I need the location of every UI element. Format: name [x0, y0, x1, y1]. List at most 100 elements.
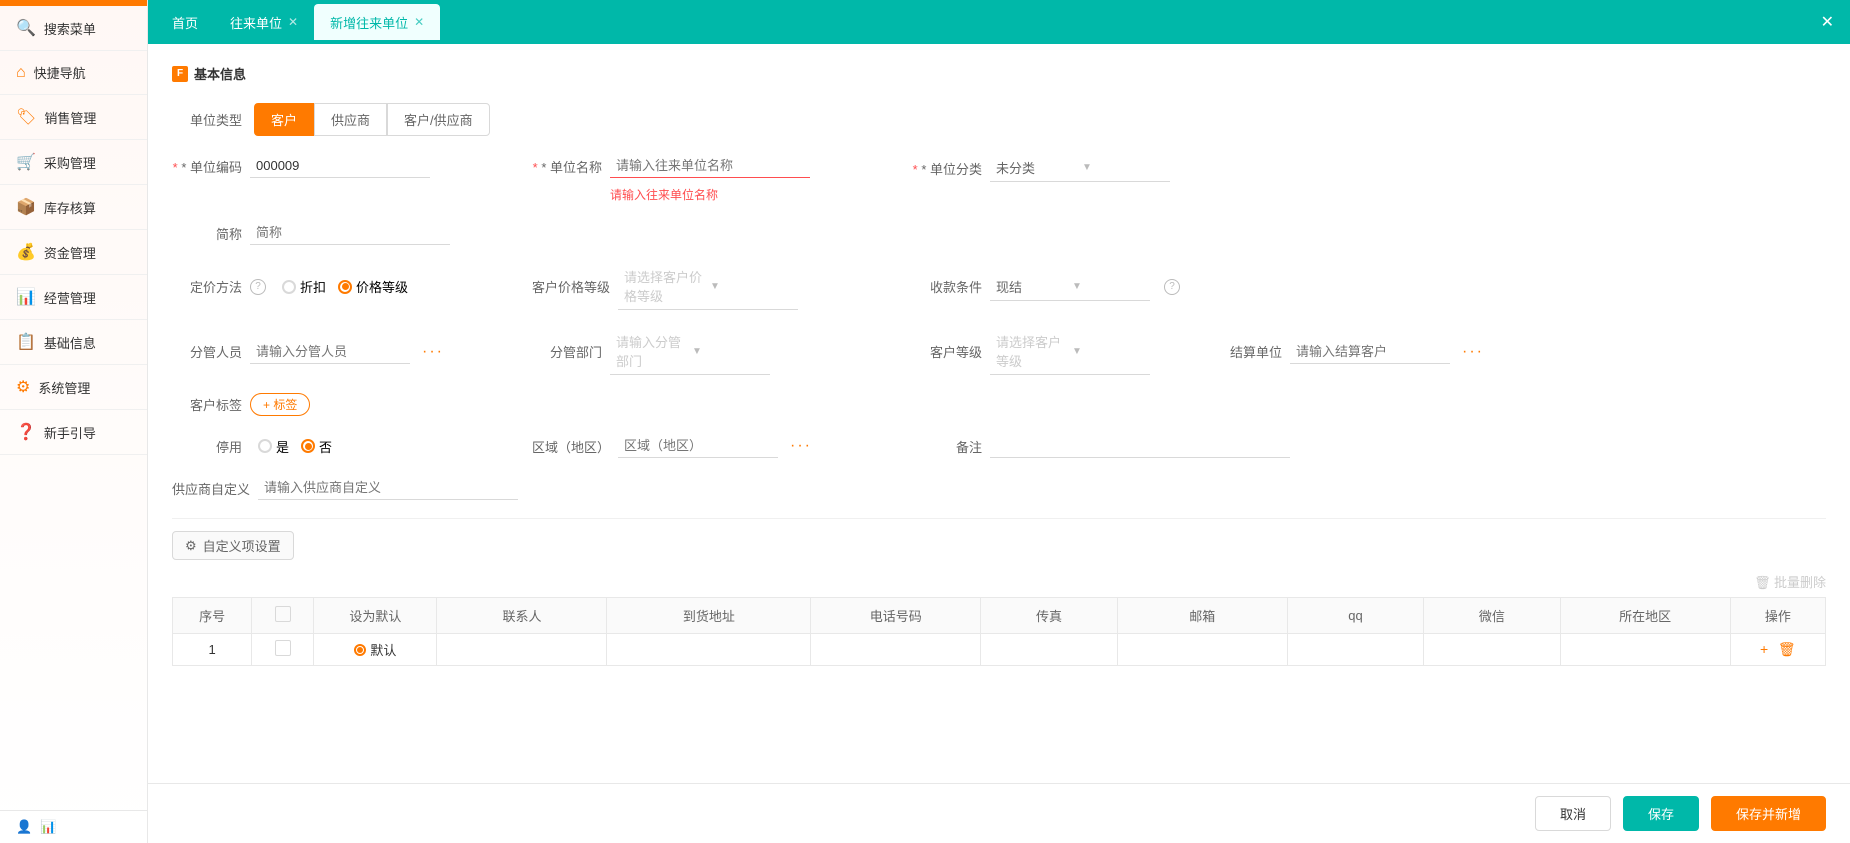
select-all-checkbox[interactable] — [275, 606, 291, 622]
cell-region[interactable] — [1560, 634, 1730, 666]
no-radio-dot — [305, 443, 312, 450]
supplier-custom-input[interactable] — [258, 476, 518, 500]
row-checkbox[interactable] — [275, 640, 291, 656]
disabled-field: 停用 是 否 — [172, 437, 512, 456]
customer-level-select[interactable]: 请选择客户等级 ▼ — [990, 328, 1150, 375]
cell-qq[interactable] — [1287, 634, 1423, 666]
disabled-yes[interactable]: 是 — [258, 437, 289, 456]
tab-new-partner-close[interactable]: ✕ — [414, 15, 424, 29]
settlement-field: 结算单位 ··· — [1192, 340, 1484, 364]
unit-type-field: 单位类型 客户 供应商 客户/供应商 — [172, 103, 490, 136]
dept-field: 分管部门 请输入分管部门 ▼ — [512, 328, 892, 375]
custom-settings-button[interactable]: ⚙ 自定义项设置 — [172, 531, 294, 560]
cell-fax[interactable] — [981, 634, 1117, 666]
supplier-custom-field: 供应商自定义 — [172, 476, 1826, 500]
sidebar-item-operation[interactable]: 📊 经营管理 — [0, 275, 147, 320]
address-input[interactable] — [659, 642, 759, 657]
phone-input[interactable] — [856, 642, 936, 657]
default-radio[interactable] — [354, 644, 366, 656]
contacts-table: 序号 设为默认 联系人 到货地址 电话号码 传真 邮箱 qq 微信 所在地区 操… — [172, 597, 1826, 666]
sidebar-item-finance[interactable]: 💰 资金管理 — [0, 230, 147, 275]
tab-partners-close[interactable]: ✕ — [288, 15, 298, 29]
region-cell-input[interactable] — [1605, 642, 1685, 657]
abbr-input[interactable] — [250, 221, 450, 245]
form-content: F 基本信息 单位类型 客户 供应商 客户/供应商 * 单位编码 * — [148, 44, 1850, 783]
sidebar-item-purchase[interactable]: 🛒 采购管理 — [0, 140, 147, 185]
pricing-discount[interactable]: 折扣 — [282, 277, 326, 296]
cell-address[interactable] — [607, 634, 811, 666]
region-more-icon[interactable]: ··· — [790, 437, 812, 455]
sidebar-item-search[interactable]: 🔍 搜索菜单 — [0, 6, 147, 51]
sidebar-item-system[interactable]: ⚙ 系统管理 — [0, 365, 147, 410]
save-button[interactable]: 保存 — [1623, 796, 1699, 831]
region-input[interactable] — [618, 434, 778, 458]
category-select[interactable]: 未分类 ▼ — [990, 154, 1170, 182]
cell-email[interactable] — [1117, 634, 1287, 666]
level-label: 价格等级 — [356, 277, 408, 296]
payment-select[interactable]: 现结 ▼ — [990, 273, 1150, 301]
system-icon: ⚙ — [16, 377, 30, 397]
settlement-more-icon[interactable]: ··· — [1462, 343, 1484, 361]
add-row-icon[interactable]: + — [1760, 641, 1768, 657]
region-label: 区域（地区） — [532, 437, 610, 456]
pricing-help-icon[interactable]: ? — [250, 279, 266, 295]
col-seq: 序号 — [173, 598, 252, 634]
email-input[interactable] — [1162, 642, 1242, 657]
supplier-custom-row: 供应商自定义 — [172, 476, 1826, 500]
settlement-input[interactable] — [1290, 340, 1450, 364]
tab-home-label: 首页 — [172, 13, 198, 32]
cell-checkbox — [252, 634, 314, 666]
wechat-input[interactable] — [1462, 642, 1522, 657]
tab-partners[interactable]: 往来单位 ✕ — [214, 4, 314, 40]
sidebar-item-label: 搜索菜单 — [44, 19, 96, 38]
col-fax: 传真 — [981, 598, 1117, 634]
tab-new-partner[interactable]: 新增往来单位 ✕ — [314, 4, 440, 40]
manager-input[interactable] — [250, 340, 410, 364]
delete-row-icon[interactable]: 🗑 — [1778, 641, 1796, 657]
sidebar-item-inventory[interactable]: 📦 库存核算 — [0, 185, 147, 230]
customer-price-select[interactable]: 请选择客户价格等级 ▼ — [618, 263, 798, 310]
gear-icon: ⚙ — [185, 538, 197, 554]
tags-row: 客户标签 + 标签 — [172, 393, 1826, 416]
close-all-button[interactable]: ✕ — [1813, 8, 1842, 36]
sidebar-item-newbie[interactable]: ❓ 新手引导 — [0, 410, 147, 455]
fax-input[interactable] — [1019, 642, 1079, 657]
save-new-button[interactable]: 保存并新增 — [1711, 796, 1826, 831]
custom-settings-label: 自定义项设置 — [203, 536, 281, 555]
chart-icon[interactable]: 📊 — [40, 819, 56, 835]
cell-contact[interactable] — [437, 634, 607, 666]
pricing-level[interactable]: 价格等级 — [338, 277, 408, 296]
remark-input[interactable] — [990, 434, 1290, 458]
payment-help-icon[interactable]: ? — [1164, 279, 1180, 295]
type-btn-customer[interactable]: 客户 — [254, 103, 314, 136]
code-name-category-row: * 单位编码 * 单位名称 请输入往来单位名称 * 单位分类 未分类 ▼ — [172, 154, 1826, 203]
default-label: 默认 — [370, 640, 396, 659]
tab-bar: 首页 往来单位 ✕ 新增往来单位 ✕ ✕ — [148, 0, 1850, 44]
qq-input[interactable] — [1325, 642, 1385, 657]
name-input[interactable] — [610, 154, 810, 178]
sidebar-item-sales[interactable]: 🏷 销售管理 — [0, 95, 147, 140]
disabled-no[interactable]: 否 — [301, 437, 332, 456]
add-tag-button[interactable]: + 标签 — [250, 393, 310, 416]
contact-input[interactable] — [482, 642, 562, 657]
type-btn-supplier[interactable]: 供应商 — [314, 103, 387, 136]
batch-delete-button[interactable]: 🗑 批量删除 — [172, 572, 1826, 591]
col-checkbox — [252, 598, 314, 634]
col-default: 设为默认 — [314, 598, 437, 634]
type-btn-both[interactable]: 客户/供应商 — [387, 103, 490, 136]
cell-phone[interactable] — [811, 634, 981, 666]
no-radio — [301, 439, 315, 453]
dept-placeholder: 请输入分管部门 — [616, 332, 688, 370]
code-input[interactable] — [250, 154, 430, 178]
sidebar-item-basic[interactable]: 📋 基础信息 — [0, 320, 147, 365]
sidebar-item-quicknav[interactable]: ⌂ 快捷导航 — [0, 51, 147, 95]
manager-more-icon[interactable]: ··· — [422, 343, 444, 361]
remark-label: 备注 — [912, 437, 982, 456]
cell-wechat[interactable] — [1424, 634, 1560, 666]
cancel-button[interactable]: 取消 — [1535, 796, 1611, 831]
user-icon[interactable]: 👤 — [16, 819, 32, 835]
sidebar-item-label: 基础信息 — [44, 333, 96, 352]
dept-select[interactable]: 请输入分管部门 ▼ — [610, 328, 770, 375]
tab-home[interactable]: 首页 — [156, 4, 214, 40]
category-arrow-icon: ▼ — [1082, 162, 1164, 173]
